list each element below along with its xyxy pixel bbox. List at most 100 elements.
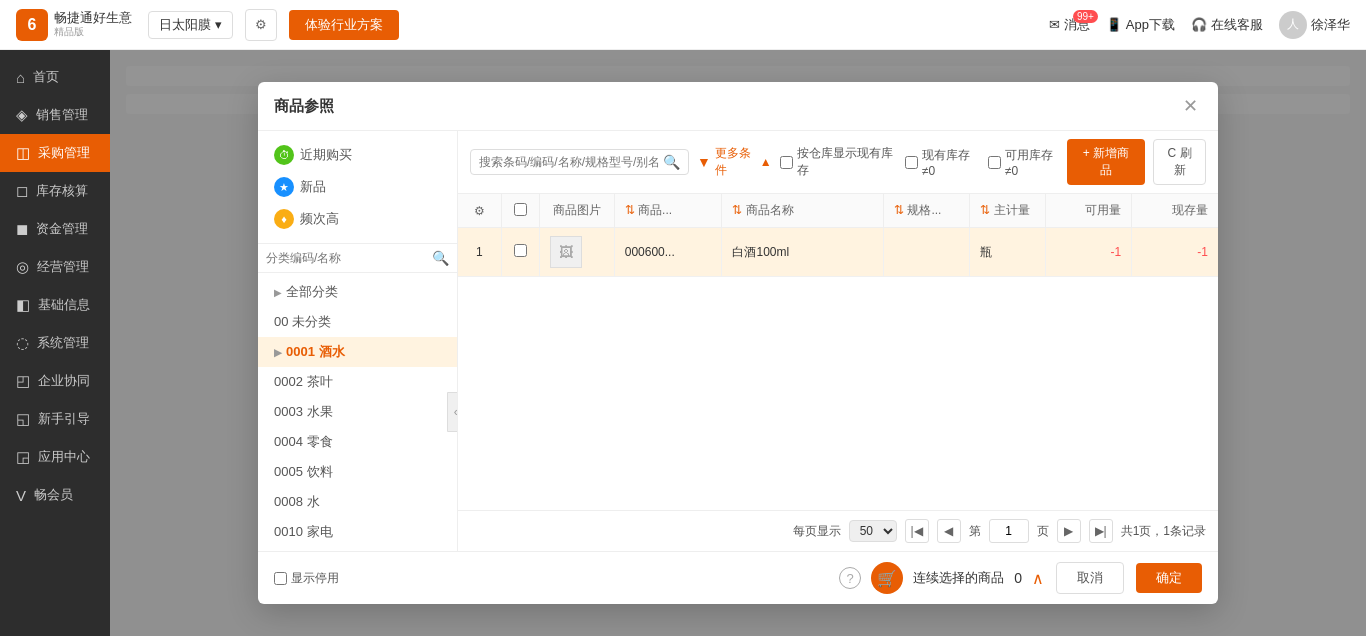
- sidebar-label: 畅会员: [34, 486, 73, 504]
- row-checkbox[interactable]: [514, 244, 527, 257]
- col-header-spec[interactable]: ⇅ 规格...: [884, 194, 970, 228]
- logo-icon: 6: [16, 9, 48, 41]
- operation-icon: ◎: [16, 258, 29, 276]
- confirm-button[interactable]: 确定: [1136, 563, 1202, 593]
- pagination-bar: 每页显示 50 |◀ ◀ 第 页 ▶ ▶| 共1页，1条记录: [458, 510, 1218, 551]
- sidebar-item-operation[interactable]: ◎ 经营管理: [0, 248, 110, 286]
- filter-button[interactable]: ▼ 更多条件 ▲: [697, 145, 772, 179]
- sidebar-item-enterprise[interactable]: ◰ 企业协同: [0, 362, 110, 400]
- warehouse-check-label[interactable]: 按仓库显示现有库存: [780, 145, 893, 179]
- row-unit: 瓶: [970, 228, 1046, 277]
- sidebar-label: 采购管理: [38, 144, 90, 162]
- sidebar-label: 资金管理: [36, 220, 88, 238]
- product-table-container: ⚙ 商品图片: [458, 194, 1218, 510]
- sidebar-item-purchase[interactable]: ◫ 采购管理: [0, 134, 110, 172]
- row-checkbox-cell[interactable]: [501, 228, 540, 277]
- chevron-down-icon: ▾: [215, 17, 222, 32]
- collapse-arrow-button[interactable]: ∧: [1032, 569, 1044, 588]
- search-icon[interactable]: 🔍: [663, 154, 680, 170]
- avail-ne-check-label[interactable]: 可用库存≠0: [988, 147, 1059, 178]
- row-image-cell: 🖼: [540, 228, 614, 277]
- first-page-button[interactable]: |◀: [905, 519, 929, 543]
- category-item-beverage[interactable]: 0005 饮料: [258, 457, 457, 487]
- sidebar-label: 经营管理: [37, 258, 89, 276]
- cancel-button[interactable]: 取消: [1056, 562, 1124, 594]
- avail-ne-checkbox[interactable]: [988, 156, 1001, 169]
- sidebar-item-basic[interactable]: ◧ 基础信息: [0, 286, 110, 324]
- search-icon[interactable]: 🔍: [432, 250, 449, 266]
- stock-ne-check-label[interactable]: 现有库存≠0: [905, 147, 976, 178]
- category-list: ▶ 全部分类 00 未分类 ▶ 0001 酒水: [258, 273, 457, 551]
- category-item-fruit[interactable]: 0003 水果: [258, 397, 457, 427]
- cart-button[interactable]: 🛒: [871, 562, 903, 594]
- collapse-panel-button[interactable]: «: [447, 392, 457, 432]
- headset-icon: 🎧: [1191, 17, 1207, 32]
- app-download-nav[interactable]: 📱 App下载: [1106, 16, 1175, 34]
- main-content: 商品参照 ✕ ⏱ 近期购买 ★ 新: [110, 50, 1366, 636]
- sort-icon: ⇅: [894, 203, 904, 217]
- online-service-nav[interactable]: 🎧 在线客服: [1191, 16, 1263, 34]
- sidebar-item-home[interactable]: ⌂ 首页: [0, 58, 110, 96]
- basic-icon: ◧: [16, 296, 30, 314]
- category-item-appliance[interactable]: 0010 家电: [258, 517, 457, 547]
- stock-ne-checkbox[interactable]: [905, 156, 918, 169]
- row-num: 1: [458, 228, 501, 277]
- recent-icon: ⏱: [274, 145, 294, 165]
- quick-recent[interactable]: ⏱ 近期购买: [266, 139, 449, 171]
- col-header-unit[interactable]: ⇅ 主计量: [970, 194, 1046, 228]
- sidebar-item-sales[interactable]: ◈ 销售管理: [0, 96, 110, 134]
- select-all-checkbox[interactable]: [514, 203, 527, 216]
- help-icon[interactable]: ?: [839, 567, 861, 589]
- right-toolbar: 🔍 ▼ 更多条件 ▲ 按仓库显示现有库存: [458, 131, 1218, 194]
- sort-icon: ⇅: [732, 203, 742, 217]
- refresh-button[interactable]: C 刷新: [1153, 139, 1206, 185]
- sidebar-item-apps[interactable]: ◲ 应用中心: [0, 438, 110, 476]
- modal-title: 商品参照: [274, 97, 334, 116]
- product-search-input[interactable]: [479, 155, 659, 169]
- category-item-uncategorized[interactable]: 00 未分类: [258, 307, 457, 337]
- product-modal: 商品参照 ✕ ⏱ 近期购买 ★ 新: [258, 82, 1218, 604]
- sidebar-item-member[interactable]: V 畅会员: [0, 476, 110, 514]
- page-size-select[interactable]: 50: [849, 520, 897, 542]
- next-page-button[interactable]: ▶: [1057, 519, 1081, 543]
- category-item-liquor[interactable]: ▶ 0001 酒水: [258, 337, 457, 367]
- page-input[interactable]: [989, 519, 1029, 543]
- category-item-water[interactable]: 0008 水: [258, 487, 457, 517]
- sort-icon: ⇅: [625, 203, 635, 217]
- filter-icon: ▼: [697, 154, 711, 170]
- page-label: 第: [969, 523, 981, 540]
- category-item-all[interactable]: ▶ 全部分类: [258, 277, 457, 307]
- prev-page-button[interactable]: ◀: [937, 519, 961, 543]
- inventory-icon: ◻: [16, 182, 28, 200]
- right-panel: 🔍 ▼ 更多条件 ▲ 按仓库显示现有库存: [458, 131, 1218, 551]
- quick-freq[interactable]: ♦ 频次高: [266, 203, 449, 235]
- store-selector[interactable]: 日太阳膜 ▾: [148, 11, 233, 39]
- user-menu[interactable]: 人 徐泽华: [1279, 11, 1350, 39]
- sidebar-item-system[interactable]: ◌ 系统管理: [0, 324, 110, 362]
- settings-icon[interactable]: ⚙: [474, 204, 485, 218]
- show-disabled-label: 显示停用: [291, 570, 339, 587]
- messages-nav[interactable]: ✉ 99+ 消息: [1049, 16, 1090, 34]
- category-item-tea[interactable]: 0002 茶叶: [258, 367, 457, 397]
- topnav-right: ✉ 99+ 消息 📱 App下载 🎧 在线客服 人 徐泽华: [1049, 11, 1350, 39]
- trial-button[interactable]: 体验行业方案: [289, 10, 399, 40]
- show-disabled-checkbox[interactable]: [274, 572, 287, 585]
- col-header-code[interactable]: ⇅ 商品...: [614, 194, 722, 228]
- warehouse-checkbox[interactable]: [780, 156, 793, 169]
- last-page-button[interactable]: ▶|: [1089, 519, 1113, 543]
- sidebar-item-guide[interactable]: ◱ 新手引导: [0, 400, 110, 438]
- add-product-button[interactable]: + 新增商品: [1067, 139, 1145, 185]
- category-item-snack[interactable]: 0004 零食: [258, 427, 457, 457]
- quick-new[interactable]: ★ 新品: [266, 171, 449, 203]
- member-icon: V: [16, 487, 26, 504]
- sidebar-item-inventory[interactable]: ◻ 库存核算: [0, 172, 110, 210]
- sidebar-item-finance[interactable]: ◼ 资金管理: [0, 210, 110, 248]
- col-header-name[interactable]: ⇅ 商品名称: [722, 194, 884, 228]
- modal-close-button[interactable]: ✕: [1178, 94, 1202, 118]
- message-icon: ✉: [1049, 17, 1060, 32]
- table-row[interactable]: 1 🖼: [458, 228, 1218, 277]
- col-header-checkbox: [501, 194, 540, 228]
- gear-button[interactable]: ⚙: [245, 9, 277, 41]
- sidebar: ⌂ 首页 ◈ 销售管理 ◫ 采购管理 ◻ 库存核算 ◼ 资金管理 ◎ 经营管理 …: [0, 50, 110, 636]
- category-search-input[interactable]: [266, 251, 428, 265]
